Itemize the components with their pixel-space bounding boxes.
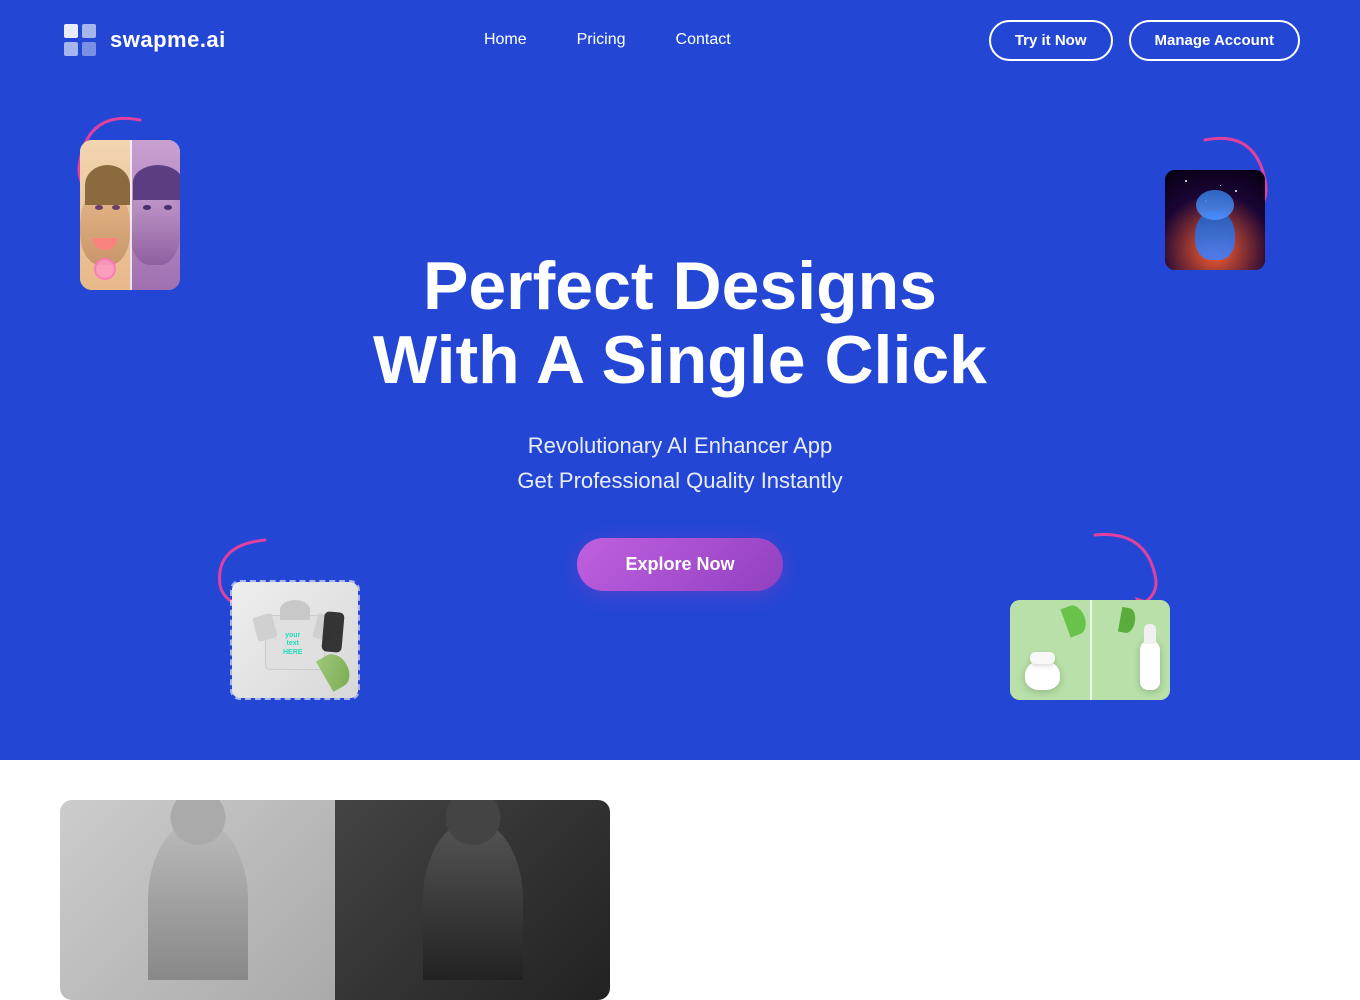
deco-cosmetics (1010, 600, 1170, 700)
split-image-left (60, 800, 335, 1000)
manage-account-button[interactable]: Manage Account (1129, 20, 1300, 61)
hero-content: Perfect Designs With A Single Click Revo… (373, 249, 987, 592)
nav-home[interactable]: Home (484, 31, 527, 49)
nav-actions: Try it Now Manage Account (989, 20, 1300, 61)
split-image-preview (60, 800, 610, 1000)
split-image-right (335, 800, 610, 1000)
hero-subtitle: Revolutionary AI Enhancer App Get Profes… (373, 428, 987, 498)
nav-pricing[interactable]: Pricing (577, 31, 626, 49)
logo-icon (60, 20, 100, 60)
logo-text: swapme.ai (110, 27, 226, 53)
explore-now-button[interactable]: Explore Now (577, 538, 782, 591)
nav-links: Home Pricing Contact (484, 31, 731, 49)
deco-galaxy (1165, 170, 1265, 270)
try-it-now-button[interactable]: Try it Now (989, 20, 1113, 61)
logo[interactable]: swapme.ai (60, 20, 226, 60)
hero-section: Perfect Designs With A Single Click Revo… (0, 0, 1360, 760)
nav-contact[interactable]: Contact (676, 31, 731, 49)
hero-title: Perfect Designs With A Single Click (373, 249, 987, 399)
deco-face-left (80, 140, 180, 290)
deco-tshirt: yourtextHERE (230, 580, 360, 700)
below-hero-section (0, 760, 1360, 1000)
